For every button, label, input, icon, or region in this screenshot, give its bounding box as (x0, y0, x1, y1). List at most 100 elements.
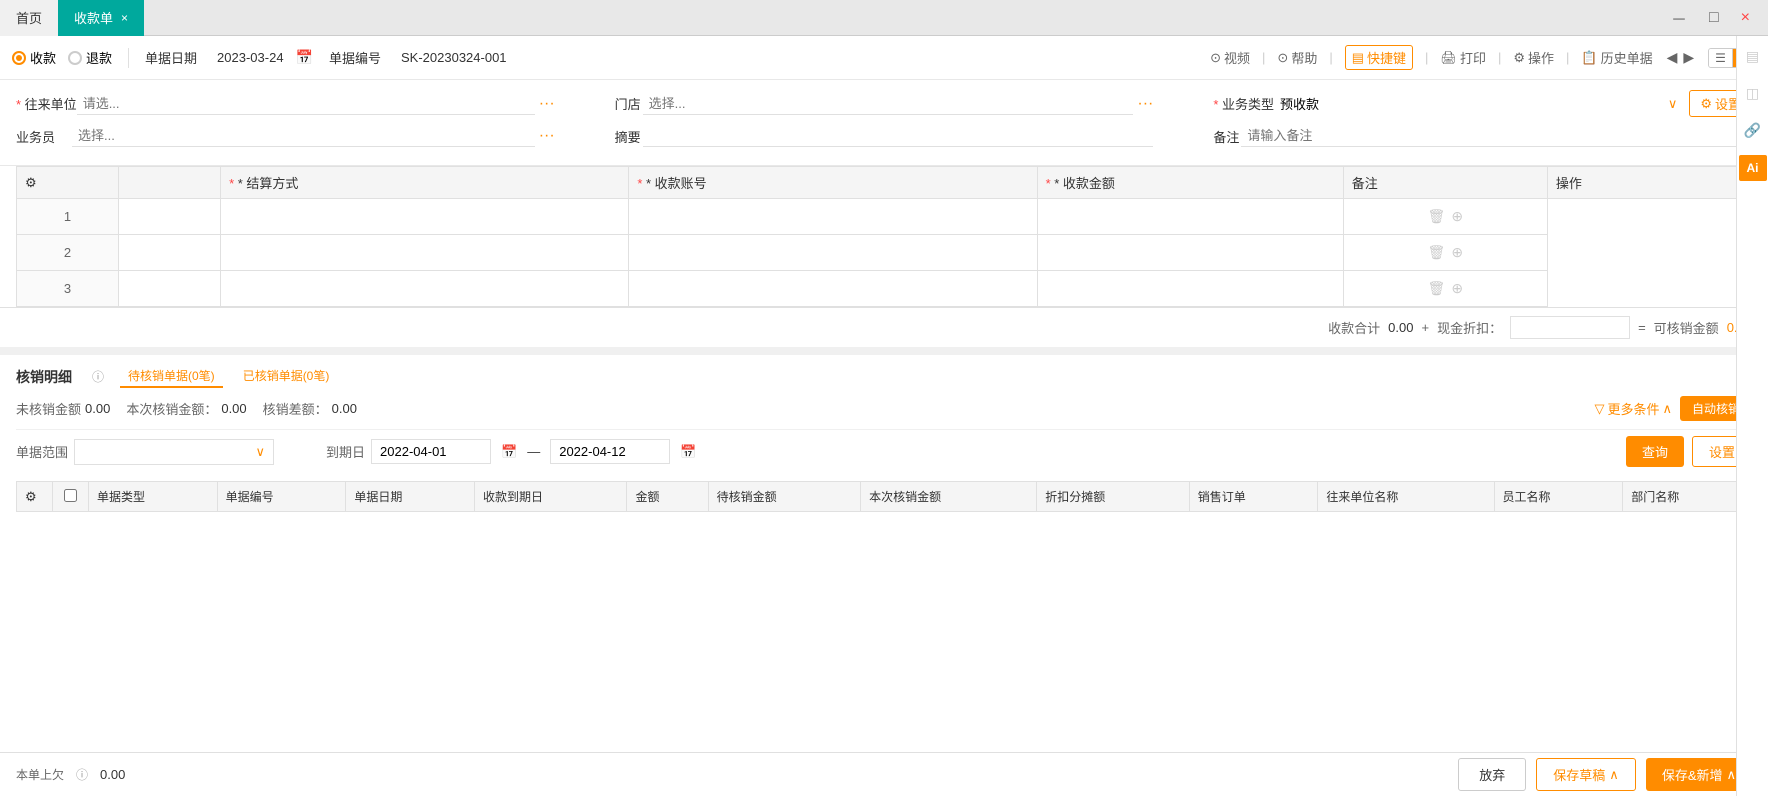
sub-col-check (53, 482, 89, 512)
salesperson-label: 业务员 (16, 127, 72, 146)
from-unit-input[interactable] (77, 93, 535, 115)
nav-next-arrow[interactable]: ▶ (1681, 49, 1696, 66)
shop-input[interactable] (643, 93, 1134, 115)
date-to-input[interactable] (550, 439, 670, 464)
calendar-to-icon[interactable]: 📅 (680, 444, 696, 460)
sub-col-amount: 金额 (627, 482, 708, 512)
salesperson-more-icon[interactable]: ··· (539, 127, 555, 145)
tab-pending[interactable]: 待核销单据(0笔) (120, 365, 223, 388)
sub-col-settings[interactable]: ⚙ (17, 482, 53, 512)
biz-type-arrow[interactable]: ∨ (1668, 96, 1678, 112)
bottom-actions: 放弃 保存草稿 ∧ 保存&新增 ∧ (1458, 758, 1752, 791)
shortcut-btn[interactable]: ▤ 快捷键 (1345, 45, 1413, 70)
row-2-delete-icon[interactable]: 🗑 (1428, 244, 1446, 261)
nav-prev-arrow[interactable]: ◀ (1665, 49, 1680, 66)
abandon-btn[interactable]: 放弃 (1458, 758, 1526, 791)
salesperson-input[interactable] (72, 125, 535, 147)
equal-label: = (1638, 320, 1646, 335)
per-order-label: 本单上欠 (16, 766, 64, 783)
tab-home[interactable]: 首页 (0, 0, 58, 36)
this-verify-label: 本次核销金额： (126, 399, 217, 418)
refund-label: 退款 (86, 48, 112, 67)
per-order-info-icon: ⓘ (76, 766, 88, 783)
calendar-icon[interactable]: 📅 (296, 49, 313, 66)
sidebar-ai-btn[interactable]: Ai (1739, 155, 1767, 181)
row-3-remark[interactable] (1037, 271, 1343, 307)
row-1-remark[interactable] (1037, 199, 1343, 235)
sub-table-wrapper: ⚙ 单据类型 单据编号 单据日期 收款到期日 金额 待核销金额 本次核销金额 折… (16, 481, 1752, 742)
sub-col-type: 单据类型 (89, 482, 218, 512)
sub-col-pending: 待核销金额 (708, 482, 860, 512)
calendar-from-icon[interactable]: 📅 (501, 444, 517, 460)
sub-col-discount: 折扣分摊额 (1037, 482, 1189, 512)
tab-done[interactable]: 已核销单据(0笔) (235, 365, 338, 388)
more-filter-btn[interactable]: ▽ 更多条件 ∧ (1594, 399, 1672, 418)
toolbar-right: ⊙ 视频 | ⊙ 帮助 | ▤ 快捷键 | 🖨 打印 | ⚙ 操作 (1210, 45, 1756, 70)
from-unit-field: 往来单位 ··· (16, 93, 555, 115)
window-close[interactable]: × (1735, 7, 1756, 29)
row-1-copy-icon[interactable]: ⊕ (1451, 208, 1463, 225)
row-3-copy-icon[interactable]: ⊕ (1451, 280, 1463, 297)
print-btn[interactable]: 🖨 打印 (1440, 48, 1486, 67)
receipt-refund-group: 收款 退款 (12, 48, 112, 67)
row-3-method[interactable] (119, 271, 221, 307)
print-icon: 🖨 (1440, 50, 1457, 66)
col-amount-header: * 收款金额 (1037, 167, 1343, 199)
row-3-account[interactable] (221, 271, 629, 307)
query-btn[interactable]: 查询 (1626, 436, 1684, 467)
row-2-method[interactable] (119, 235, 221, 271)
help-btn[interactable]: ⊙ 帮助 (1277, 48, 1317, 67)
window-maximize[interactable]: □ (1703, 7, 1725, 29)
discount-label: 现金折扣： (1437, 318, 1502, 337)
tab-current[interactable]: 收款单 × (58, 0, 144, 36)
reconcile-tabs: 待核销单据(0笔) 已核销单据(0笔) (120, 365, 337, 388)
sidebar-icon-1[interactable]: ▤ (1742, 44, 1763, 69)
row-3-amount[interactable] (629, 271, 1037, 307)
receipt-radio-dot (12, 51, 26, 65)
view-list-btn[interactable]: ☰ (1709, 49, 1733, 67)
remark-input[interactable] (1241, 125, 1752, 147)
summary-label: 摘要 (615, 127, 643, 146)
refund-radio[interactable]: 退款 (68, 48, 112, 67)
shop-more-icon[interactable]: ··· (1137, 95, 1153, 113)
row-3-delete-icon[interactable]: 🗑 (1428, 280, 1446, 297)
save-draft-btn[interactable]: 保存草稿 ∧ (1536, 758, 1636, 791)
history-icon: 📋 (1581, 50, 1597, 66)
date-sep: — (527, 444, 540, 459)
available-label: 可核销金额 (1654, 318, 1719, 337)
video-btn[interactable]: ⊙ 视频 (1210, 48, 1250, 67)
from-unit-more-icon[interactable]: ··· (539, 95, 555, 113)
col-settings-header[interactable]: ⚙ (17, 167, 119, 199)
number-value: SK-20230324-001 (401, 50, 507, 65)
receipt-radio[interactable]: 收款 (12, 48, 56, 67)
row-2-copy-icon[interactable]: ⊕ (1451, 244, 1463, 261)
sidebar-icon-3[interactable]: 🔗 (1740, 118, 1765, 143)
operation-btn[interactable]: ⚙ 操作 (1513, 48, 1554, 67)
row-1-delete-icon[interactable]: 🗑 (1428, 208, 1446, 225)
settings-icon: ⚙ (1700, 96, 1712, 112)
row-1-account[interactable] (221, 199, 629, 235)
row-2-account[interactable] (221, 235, 629, 271)
row-1-method[interactable] (119, 199, 221, 235)
window-minimize[interactable]: － (1665, 4, 1693, 32)
date-from-input[interactable] (371, 439, 491, 464)
table-row: 1 🗑 ⊕ (17, 199, 1752, 235)
filter-right: ▽ 更多条件 ∧ 自动核销 (1594, 396, 1752, 421)
sidebar-icon-2[interactable]: ◫ (1742, 81, 1763, 106)
row-2-remark[interactable] (1037, 235, 1343, 271)
tab-close-icon[interactable]: × (121, 11, 128, 25)
shortcut-icon: ▤ (1352, 50, 1364, 66)
right-sidebar: ▤ ◫ 🔗 Ai (1736, 36, 1768, 796)
row-1-amount[interactable] (629, 199, 1037, 235)
row-num-1: 1 (17, 199, 119, 235)
discount-input[interactable] (1510, 316, 1630, 339)
date-label: 单据日期 (145, 48, 197, 67)
toolbar-sep4: | (1498, 50, 1501, 65)
summary-input[interactable] (643, 125, 1154, 147)
history-btn[interactable]: 📋 历史单据 (1581, 48, 1652, 67)
settings-icon: ⚙ (25, 175, 37, 190)
check-all[interactable] (64, 489, 77, 502)
range-select[interactable]: ∨ (74, 439, 274, 465)
row-2-amount[interactable] (629, 235, 1037, 271)
col-account-header: * 收款账号 (629, 167, 1037, 199)
